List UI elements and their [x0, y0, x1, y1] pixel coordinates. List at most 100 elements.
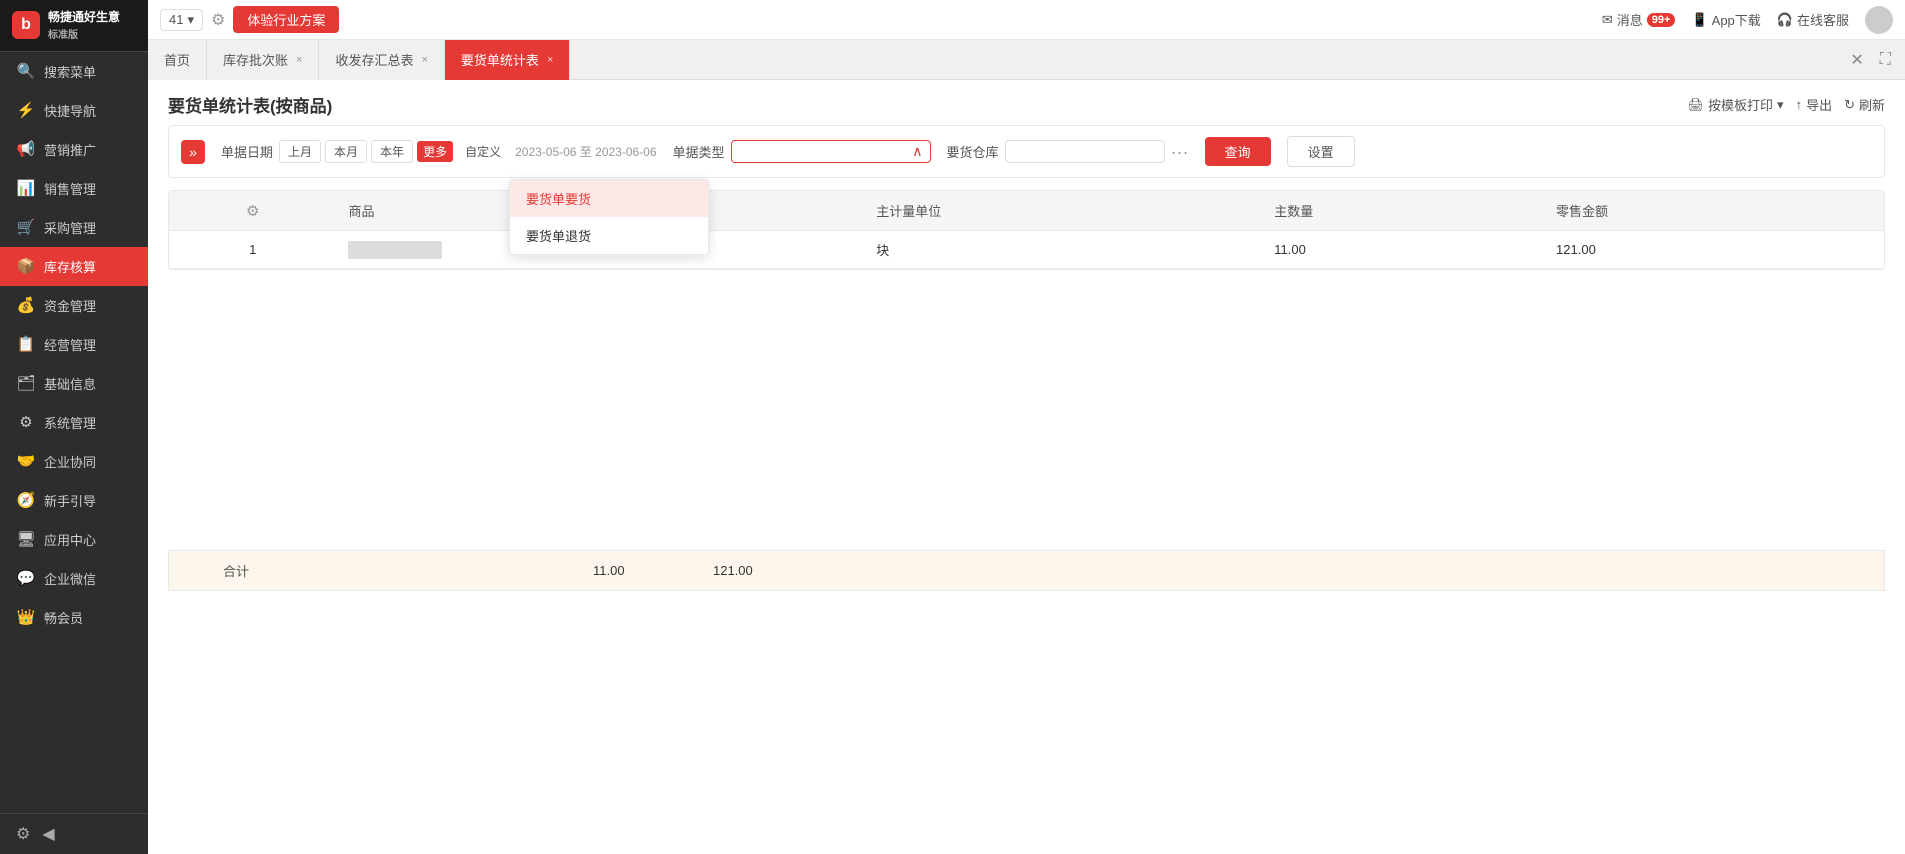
- print-icon: 🖨: [1688, 97, 1705, 113]
- enterprise-icon: 🤝: [16, 452, 36, 470]
- sidebar-item-label: 企业协同: [44, 452, 96, 471]
- dropdown-item-purchase-order[interactable]: 要货单要货: [510, 180, 708, 217]
- sidebar-item-purchase[interactable]: 🛒 采购管理: [0, 208, 148, 247]
- sidebar-item-vip[interactable]: 👑 畅会员: [0, 598, 148, 637]
- online-service-action[interactable]: 🎧 在线客服: [1777, 10, 1849, 29]
- sidebar-settings-icon[interactable]: ⚙: [16, 824, 30, 844]
- export-icon: ↑: [1796, 97, 1803, 112]
- date-custom-btn[interactable]: 自定义: [457, 141, 509, 162]
- date-up-month-btn[interactable]: 上月: [279, 140, 321, 163]
- sidebar-item-operations[interactable]: 📋 经营管理: [0, 325, 148, 364]
- tab-order-stats[interactable]: 要货单统计表 ×: [445, 40, 570, 80]
- filter-toggle-btn[interactable]: »: [181, 140, 205, 164]
- app-download-label: App下载: [1712, 10, 1761, 29]
- col-amount: 零售金额: [1544, 191, 1884, 231]
- tab-order-stats-close[interactable]: ×: [547, 54, 553, 66]
- dropdown-arrow-icon: ▾: [187, 12, 194, 28]
- system-icon: ⚙: [16, 413, 36, 431]
- refresh-btn[interactable]: ↻ 刷新: [1844, 95, 1885, 114]
- refresh-icon: ↻: [1844, 97, 1855, 113]
- export-btn[interactable]: ↑ 导出: [1796, 95, 1833, 114]
- date-year-btn[interactable]: 本年: [371, 140, 413, 163]
- sidebar-item-guide[interactable]: 🧭 新手引导: [0, 481, 148, 520]
- type-select-input[interactable]: [731, 140, 931, 163]
- sidebar-item-enterprise[interactable]: 🤝 企业协同: [0, 442, 148, 481]
- messages-badge: 99+: [1647, 13, 1676, 27]
- app-title: 畅捷通好生意: [48, 10, 120, 26]
- col-quantity: 主数量: [1262, 191, 1544, 231]
- sidebar-item-sales[interactable]: 📊 销售管理: [0, 169, 148, 208]
- settings-icon[interactable]: ⚙: [211, 10, 225, 30]
- sales-icon: 📊: [16, 179, 36, 197]
- date-range-display: 2023-05-06 至 2023-06-06: [515, 143, 656, 160]
- wechat-icon: 💬: [16, 569, 36, 587]
- messages-action[interactable]: ✉ 消息 99+: [1602, 10, 1676, 29]
- sidebar-item-inventory[interactable]: 📦 库存核算: [0, 247, 148, 286]
- col-settings[interactable]: ⚙: [169, 191, 336, 231]
- query-button[interactable]: 查询: [1205, 137, 1271, 166]
- sidebar-item-wechat[interactable]: 💬 企业微信: [0, 559, 148, 598]
- sidebar-item-label: 基础信息: [44, 374, 96, 393]
- tab-receivable-summary[interactable]: 收发存汇总表 ×: [319, 40, 444, 80]
- sidebar-item-finance[interactable]: 💰 资金管理: [0, 286, 148, 325]
- data-table: ⚙ 商品 主计量单位 主数量 零售金额 1 ████ 块 11.00: [169, 191, 1884, 269]
- tab-batch-inventory-close[interactable]: ×: [296, 54, 302, 66]
- trial-button[interactable]: 体验行业方案: [233, 6, 339, 33]
- header-actions: ✉ 消息 99+ 📱 App下载 🎧 在线客服: [1602, 6, 1893, 34]
- col-unit: 主计量单位: [864, 191, 1262, 231]
- summary-quantity: 11.00: [593, 563, 713, 578]
- sidebar-item-search[interactable]: 🔍 搜索菜单: [0, 52, 148, 91]
- tab-receivable-close[interactable]: ×: [421, 54, 427, 66]
- vip-icon: 👑: [16, 608, 36, 626]
- sidebar-collapse-icon[interactable]: ◀: [42, 824, 54, 844]
- app-download-action[interactable]: 📱 App下载: [1691, 10, 1760, 29]
- tabs-bar: 首页 库存批次账 × 收发存汇总表 × 要货单统计表 × ✕ ⛶: [148, 40, 1905, 80]
- sidebar-bottom: ⚙ ◀: [0, 813, 148, 854]
- user-avatar[interactable]: [1865, 6, 1893, 34]
- dropdown-item-return-order[interactable]: 要货单退货: [510, 217, 708, 254]
- filter-more-btn[interactable]: ···: [1171, 143, 1189, 161]
- settings-button[interactable]: 设置: [1287, 136, 1355, 167]
- print-dropdown-icon: ▾: [1777, 97, 1784, 113]
- sidebar-logo: b 畅捷通好生意 标准版: [0, 0, 148, 52]
- row-quantity: 11.00: [1262, 231, 1544, 269]
- app-logo-icon: b: [12, 11, 40, 39]
- data-table-container: ⚙ 商品 主计量单位 主数量 零售金额 1 ████ 块 11.00: [168, 190, 1885, 270]
- tab-batch-inventory[interactable]: 库存批次账 ×: [207, 40, 319, 80]
- warehouse-input[interactable]: [1005, 140, 1165, 163]
- date-label: 单据日期: [221, 142, 273, 161]
- sidebar-item-shortcut[interactable]: ⚡ 快捷导航: [0, 91, 148, 130]
- filter-date-group: 单据日期 上月 本月 本年 更多 自定义 2023-05-06 至 2023-0…: [221, 140, 657, 163]
- tab-expand-icon[interactable]: ⛶: [1874, 49, 1897, 71]
- finance-icon: 💰: [16, 296, 36, 314]
- sidebar: b 畅捷通好生意 标准版 🔍 搜索菜单 ⚡ 快捷导航 📢 营销推广 📊 销售管理…: [0, 0, 148, 854]
- page-content: 要货单统计表(按商品) 🖨 按模板打印 ▾ ↑ 导出 ↻ 刷新: [148, 80, 1905, 854]
- tab-close-all-icon[interactable]: ✕: [1844, 48, 1869, 72]
- sidebar-item-label: 企业微信: [44, 569, 96, 588]
- tab-receivable-label: 收发存汇总表: [335, 50, 413, 69]
- tab-home-label: 首页: [164, 50, 190, 69]
- search-icon: 🔍: [16, 62, 36, 80]
- online-service-label: 在线客服: [1797, 10, 1849, 29]
- date-current-month-btn[interactable]: 本月: [325, 140, 367, 163]
- export-label: 导出: [1806, 95, 1832, 114]
- inventory-icon: 📦: [16, 257, 36, 275]
- date-more-badge[interactable]: 更多: [417, 141, 453, 162]
- sidebar-item-app-center[interactable]: 🖥 应用中心: [0, 520, 148, 559]
- sidebar-item-system[interactable]: ⚙ 系统管理: [0, 403, 148, 442]
- company-selector[interactable]: 41 ▾: [160, 9, 203, 31]
- empty-space: [148, 270, 1905, 550]
- type-dropdown: 要货单要货 要货单退货: [509, 179, 709, 255]
- sidebar-item-marketing[interactable]: 📢 营销推广: [0, 130, 148, 169]
- sidebar-item-base-info[interactable]: 🗂 基础信息: [0, 364, 148, 403]
- tab-home[interactable]: 首页: [148, 40, 207, 80]
- page-title: 要货单统计表(按商品): [168, 92, 332, 117]
- tab-batch-inventory-label: 库存批次账: [223, 50, 288, 69]
- shortcut-icon: ⚡: [16, 101, 36, 119]
- app-center-icon: 🖥: [16, 530, 36, 548]
- tab-order-stats-label: 要货单统计表: [461, 50, 539, 69]
- sidebar-item-label: 库存核算: [44, 257, 96, 276]
- marketing-icon: 📢: [16, 140, 36, 158]
- tabs-end-controls: ✕ ⛶: [1844, 48, 1905, 72]
- print-template-btn[interactable]: 🖨 按模板打印 ▾: [1688, 95, 1784, 114]
